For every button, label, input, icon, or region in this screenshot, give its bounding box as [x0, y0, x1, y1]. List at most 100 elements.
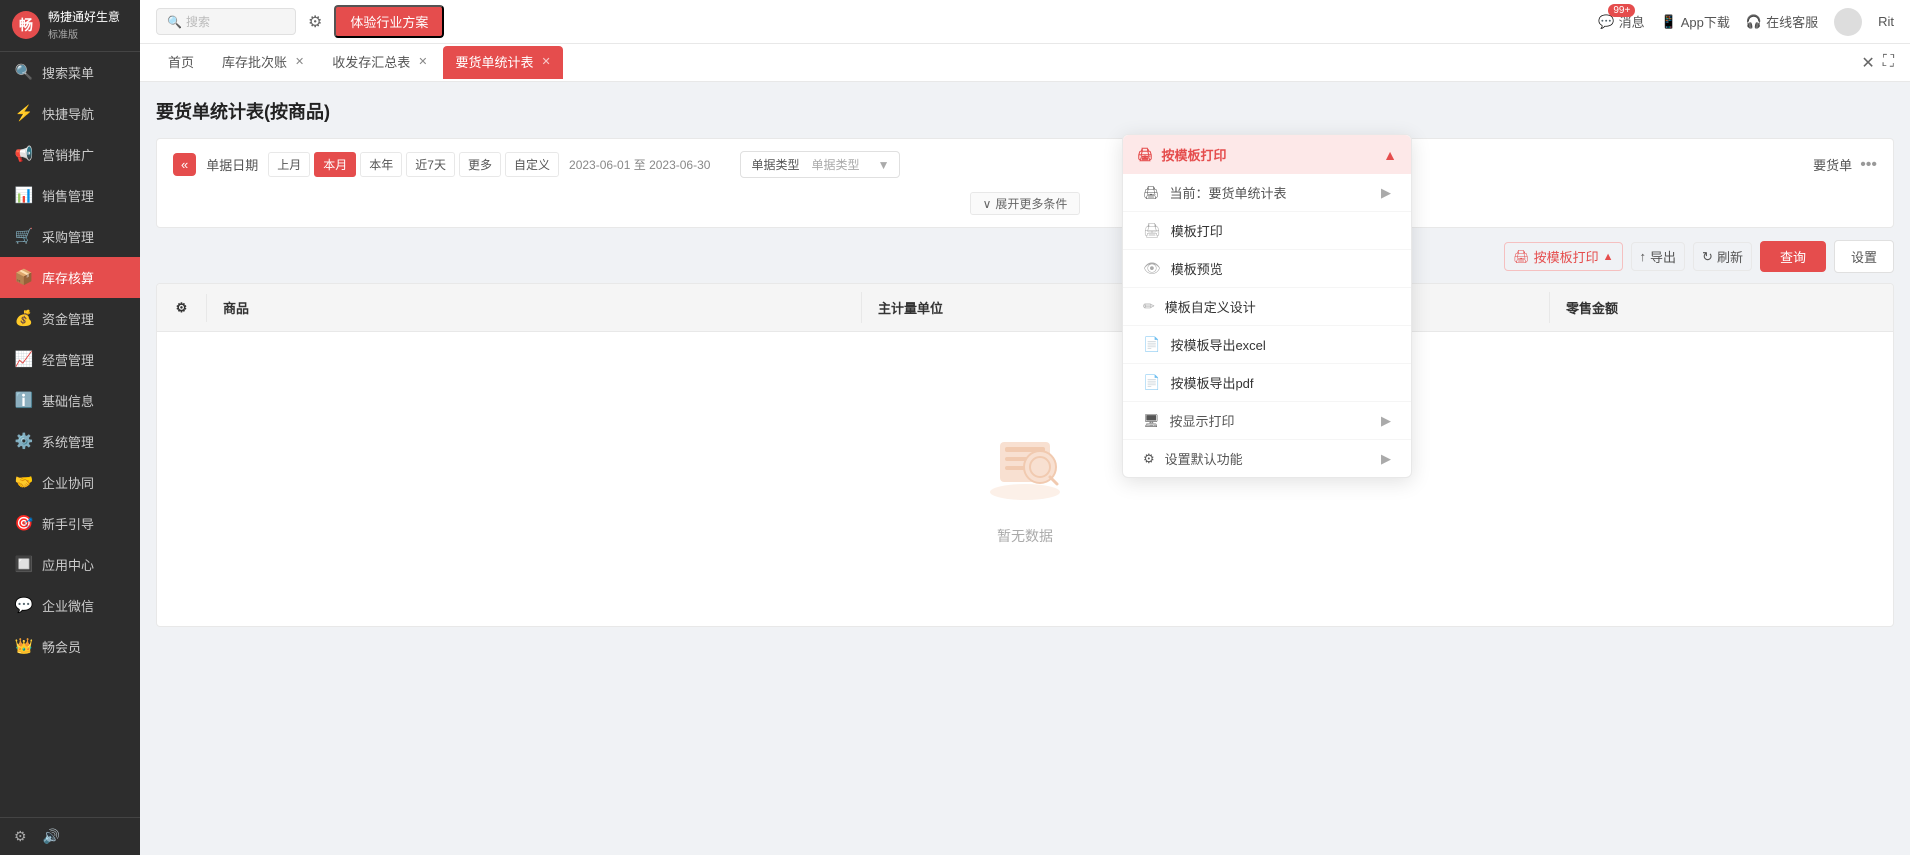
template-print-label: 模板打印 [1171, 221, 1223, 240]
tab-close-all-btn[interactable]: ✕ [1861, 53, 1874, 73]
system-icon: ⚙️ [14, 432, 34, 450]
sidebar-item-label: 应用中心 [42, 555, 94, 574]
dropdown-template-excel[interactable]: 📄 按模板导出excel [1123, 326, 1411, 364]
tab-inventory-batch-label: 库存批次账 [222, 52, 287, 71]
th-gear[interactable]: ⚙ [157, 294, 207, 322]
tab-inventory-batch[interactable]: 库存批次账 ✕ [210, 46, 316, 79]
dropdown-header-label: 按模板打印 [1162, 145, 1227, 164]
app-download-label: App下载 [1681, 12, 1730, 31]
sidebar-scroll: 🔍 搜索菜单 ⚡ 快捷导航 📢 营销推广 📊 销售管理 🛒 采购管理 📦 库存核… [0, 52, 140, 817]
settings-bottom-icon[interactable]: ⚙ [14, 828, 27, 845]
dropdown-current-left: 🖨 当前：要货单统计表 [1143, 183, 1287, 202]
sidebar-item-label: 企业微信 [42, 596, 94, 615]
more-options-icon[interactable]: ••• [1860, 156, 1877, 174]
dropdown-display-print[interactable]: 🖥 按显示打印 ▶ [1123, 402, 1411, 440]
query-button[interactable]: 查询 [1760, 241, 1826, 272]
dropdown-display-label: 按显示打印 [1170, 411, 1235, 430]
apps-icon: 🔲 [14, 555, 34, 573]
tab-receivable-close[interactable]: ✕ [418, 55, 427, 68]
sidebar-item-collab[interactable]: 🤝 企业协同 [0, 462, 140, 503]
date-btn-this-year[interactable]: 本年 [360, 152, 402, 177]
date-btn-last-month[interactable]: 上月 [268, 152, 310, 177]
type-filter-value: 单据类型 [803, 156, 859, 173]
export-btn[interactable]: ↑ 导出 [1631, 242, 1686, 271]
refresh-btn[interactable]: ↻ 刷新 [1693, 242, 1752, 271]
dropdown-current-label: 当前：要货单统计表 [1170, 183, 1287, 202]
dropdown-template-print[interactable]: 🖨 模板打印 [1123, 212, 1411, 250]
sidebar-item-system[interactable]: ⚙️ 系统管理 [0, 421, 140, 462]
dropdown-template-preview[interactable]: 👁 模板预览 [1123, 250, 1411, 288]
sidebar-item-sales[interactable]: 📊 销售管理 [0, 175, 140, 216]
sidebar-item-wecom[interactable]: 💬 企业微信 [0, 585, 140, 626]
online-service-action[interactable]: 🎧 在线客服 [1746, 12, 1818, 31]
sidebar-item-marketing[interactable]: 📢 营销推广 [0, 134, 140, 175]
sidebar-item-finance[interactable]: 💰 资金管理 [0, 298, 140, 339]
topbar-search-placeholder: 搜索 [186, 13, 210, 30]
sidebar-item-shortcut[interactable]: ⚡ 快捷导航 [0, 93, 140, 134]
template-pdf-label: 按模板导出pdf [1170, 373, 1253, 392]
sidebar-item-base[interactable]: ℹ️ 基础信息 [0, 380, 140, 421]
sidebar-item-purchase[interactable]: 🛒 采购管理 [0, 216, 140, 257]
date-btn-more[interactable]: 更多 [459, 152, 501, 177]
print-icon: 🖨 [1513, 249, 1530, 265]
date-btn-custom[interactable]: 自定义 [505, 152, 559, 177]
type-filter-label: 单据类型 [751, 156, 799, 173]
th-amount: 零售金额 [1550, 292, 1893, 323]
expand-conditions-btn[interactable]: ∨ 展开更多条件 [970, 192, 1081, 215]
type-filter-select[interactable]: 单据类型 单据类型 ▼ [740, 151, 900, 178]
dropdown-template-pdf[interactable]: 📄 按模板导出pdf [1123, 364, 1411, 402]
sidebar-item-guide[interactable]: 🎯 新手引导 [0, 503, 140, 544]
date-options-group: 上月 本月 本年 近7天 更多 自定义 [268, 152, 559, 177]
sidebar-item-inventory[interactable]: 📦 库存核算 [0, 257, 140, 298]
sidebar-item-member[interactable]: 👑 畅会员 [0, 626, 140, 667]
sidebar-item-search[interactable]: 🔍 搜索菜单 [0, 52, 140, 93]
tab-order-stats-close[interactable]: ✕ [542, 55, 551, 68]
topbar-gear-icon[interactable]: ⚙ [308, 12, 322, 32]
dropdown-current-item[interactable]: 🖨 当前：要货单统计表 ▶ [1123, 174, 1411, 212]
dropdown-default-icon: ⚙ [1143, 451, 1155, 467]
template-preview-label: 模板预览 [1171, 259, 1223, 278]
sidebar-item-operation[interactable]: 📈 经营管理 [0, 339, 140, 380]
sound-bottom-icon[interactable]: 🔊 [43, 828, 60, 845]
dropdown-header-left: 🖨 按模板打印 [1137, 145, 1227, 164]
sidebar-item-label: 系统管理 [42, 432, 94, 451]
logo-icon: 畅 [12, 11, 40, 39]
date-filter-label: 单据日期 [206, 155, 258, 174]
dropdown-default-chevron: ▶ [1381, 451, 1391, 467]
settings-button[interactable]: 设置 [1834, 240, 1894, 273]
data-table: ⚙ 商品 主计量单位 主数量 零售金额 暂无数据 [156, 283, 1894, 627]
sidebar-item-label: 营销推广 [42, 145, 94, 164]
logo-badge: 标准版 [48, 26, 120, 41]
trial-button[interactable]: 体验行业方案 [334, 5, 444, 38]
refresh-icon: ↻ [1702, 249, 1713, 265]
dropdown-default-label: 设置默认功能 [1165, 449, 1243, 468]
sidebar-item-label: 企业协同 [42, 473, 94, 492]
dropdown-header[interactable]: 🖨 按模板打印 ▲ [1123, 135, 1411, 174]
marketing-icon: 📢 [14, 145, 34, 163]
date-btn-7days[interactable]: 近7天 [406, 152, 455, 177]
dropdown-template-custom[interactable]: ✏ 模板自定义设计 [1123, 288, 1411, 326]
filter-toggle-btn[interactable]: « [173, 153, 196, 176]
dropdown-default-func[interactable]: ⚙ 设置默认功能 ▶ [1123, 440, 1411, 477]
print-chevron-icon: ▲ [1603, 251, 1614, 263]
dropdown-display-icon: 🖥 [1143, 413, 1160, 429]
message-action[interactable]: 💬 消息 99+ [1598, 12, 1644, 31]
template-excel-label: 按模板导出excel [1170, 335, 1265, 354]
date-btn-this-month[interactable]: 本月 [314, 152, 356, 177]
topbar-search-icon: 🔍 [167, 15, 182, 29]
refresh-label: 刷新 [1717, 247, 1743, 266]
template-preview-icon: 👁 [1143, 260, 1161, 277]
tab-receivable[interactable]: 收发存汇总表 ✕ [320, 46, 439, 79]
tab-inventory-batch-close[interactable]: ✕ [295, 55, 304, 68]
tab-fullscreen-btn[interactable]: ⛶ [1883, 53, 1894, 73]
dropdown-display-left: 🖥 按显示打印 [1143, 411, 1235, 430]
print-template-btn[interactable]: 🖨 按模板打印 ▲ [1504, 242, 1622, 271]
tab-home[interactable]: 首页 [156, 46, 206, 79]
app-download-action[interactable]: 📱 App下载 [1661, 12, 1730, 31]
sidebar-item-apps[interactable]: 🔲 应用中心 [0, 544, 140, 585]
tab-order-stats[interactable]: 要货单统计表 ✕ [443, 46, 562, 79]
base-icon: ℹ️ [14, 391, 34, 409]
avatar[interactable] [1834, 8, 1862, 36]
purchase-icon: 🛒 [14, 227, 34, 245]
topbar-search[interactable]: 🔍 搜索 [156, 8, 296, 35]
